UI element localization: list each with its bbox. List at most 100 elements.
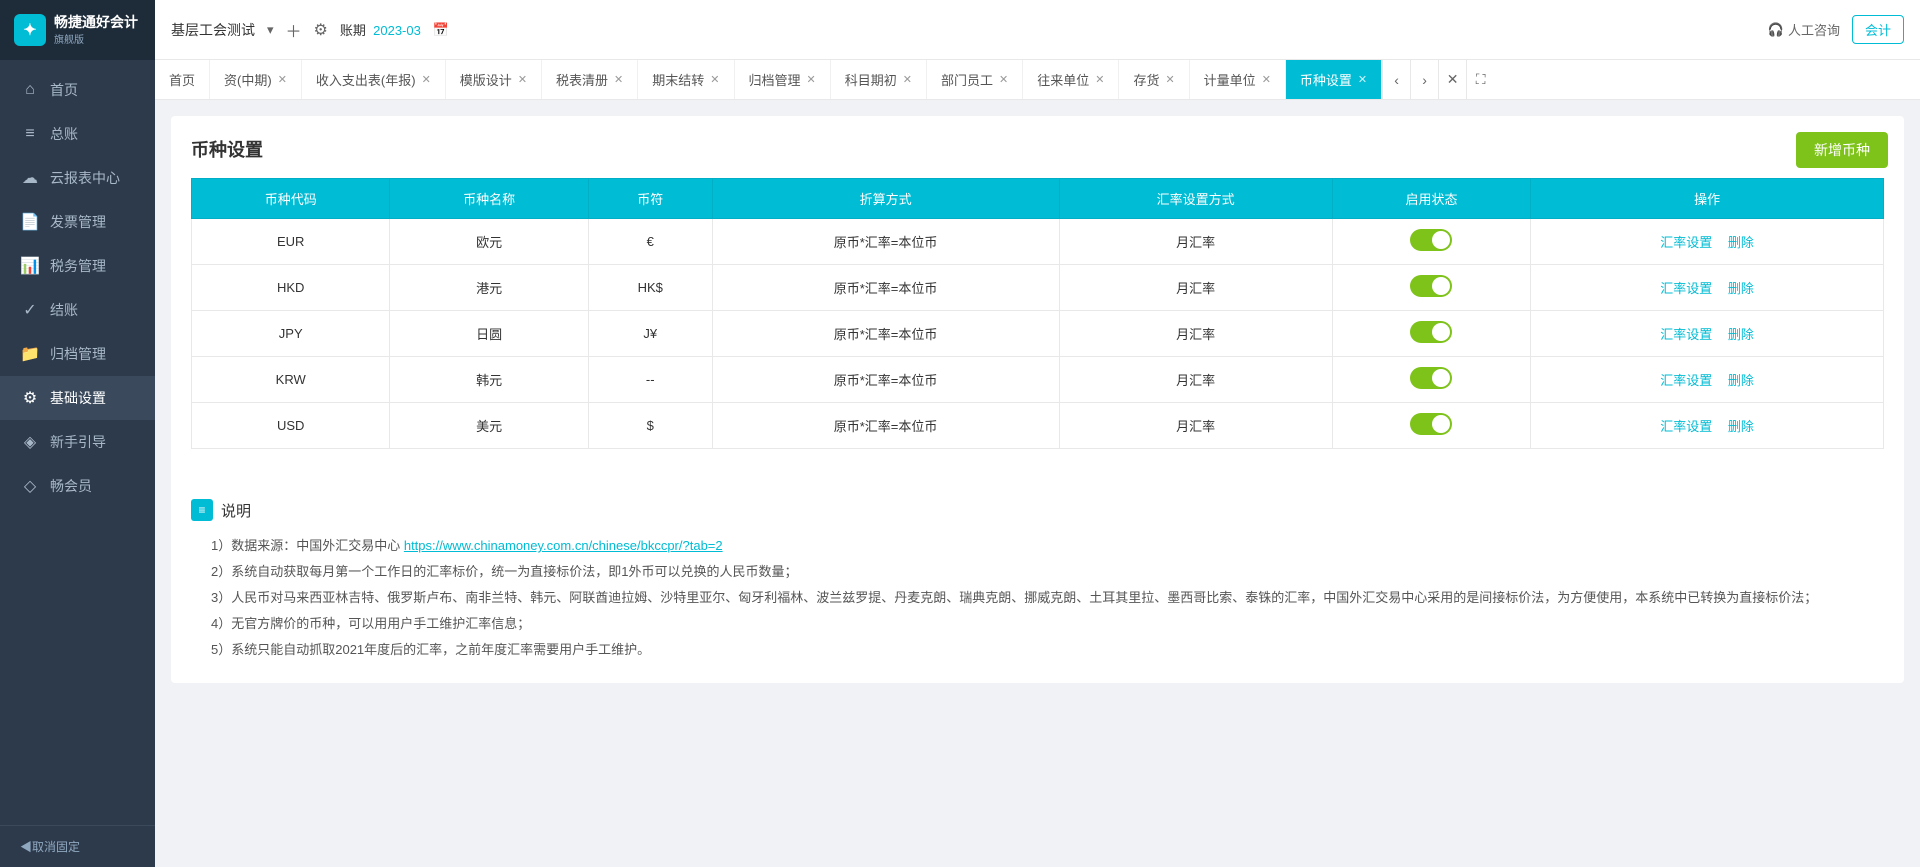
- checkout-icon: ✓: [20, 300, 40, 320]
- tab-close-icon[interactable]: ✕: [903, 73, 912, 86]
- note-item: 4）无官方牌价的币种，可以用用户手工维护汇率信息；: [211, 611, 1884, 637]
- cell-enabled: [1332, 265, 1530, 311]
- sidebar-item-label: 归档管理: [50, 344, 106, 364]
- tab-close-icon[interactable]: ✕: [999, 73, 1008, 86]
- logo-sub: 旗舰版: [54, 31, 138, 46]
- tab-label: 计量单位: [1204, 70, 1256, 89]
- enabled-toggle[interactable]: [1410, 367, 1452, 389]
- tab-close-all[interactable]: ✕: [1438, 60, 1466, 100]
- company-settings-icon[interactable]: ⚙: [314, 20, 328, 40]
- cell-symbol: $: [588, 403, 712, 449]
- period-value: 2023-03: [373, 23, 421, 38]
- tab-label: 归档管理: [749, 70, 801, 89]
- tab-close-icon[interactable]: ✕: [1095, 73, 1104, 86]
- sidebar-item-tax[interactable]: 📊 税务管理: [0, 244, 155, 288]
- tab-close-icon[interactable]: ✕: [422, 73, 431, 86]
- cell-symbol: --: [588, 357, 712, 403]
- cell-rate-method: 月汇率: [1059, 219, 1332, 265]
- tab-balance[interactable]: 资(中期) ✕: [210, 60, 302, 100]
- sidebar-item-label: 新手引导: [50, 432, 106, 452]
- sidebar-item-vip[interactable]: ◇ 畅会员: [0, 464, 155, 508]
- tab-nav-prev[interactable]: ‹: [1382, 60, 1410, 100]
- table-row: EUR 欧元 € 原币*汇率=本位币 月汇率 汇率设置 删除: [192, 219, 1884, 265]
- tab-tax[interactable]: 税表清册 ✕: [542, 60, 638, 100]
- tab-close-icon[interactable]: ✕: [710, 73, 719, 86]
- cell-enabled: [1332, 311, 1530, 357]
- enabled-toggle[interactable]: [1410, 321, 1452, 343]
- support-button[interactable]: 🎧 人工咨询: [1768, 20, 1840, 39]
- delete-link[interactable]: 删除: [1728, 419, 1754, 434]
- calendar-icon[interactable]: 📅: [433, 22, 449, 38]
- note-item: 1）数据来源：中国外汇交易中心 https://www.chinamoney.c…: [211, 533, 1884, 559]
- cell-name: 欧元: [390, 219, 588, 265]
- tab-label: 部门员工: [941, 70, 993, 89]
- delete-link[interactable]: 删除: [1728, 327, 1754, 342]
- enabled-toggle[interactable]: [1410, 229, 1452, 251]
- sidebar-item-label: 基础设置: [50, 388, 106, 408]
- sidebar-item-label: 发票管理: [50, 212, 106, 232]
- tab-period-end[interactable]: 期末结转 ✕: [638, 60, 734, 100]
- tab-contacts[interactable]: 往来单位 ✕: [1023, 60, 1119, 100]
- tab-currency[interactable]: 币种设置 ✕: [1286, 60, 1382, 100]
- tab-template[interactable]: 模版设计 ✕: [446, 60, 542, 100]
- tab-archive[interactable]: 归档管理 ✕: [735, 60, 831, 100]
- tab-close-icon[interactable]: ✕: [807, 73, 816, 86]
- note-link[interactable]: https://www.chinamoney.com.cn/chinese/bk…: [404, 538, 723, 553]
- sidebar-item-archive[interactable]: 📁 归档管理: [0, 332, 155, 376]
- cell-code: USD: [192, 403, 390, 449]
- sidebar-item-guide[interactable]: ◈ 新手引导: [0, 420, 155, 464]
- logo-icon: ✦: [14, 14, 46, 46]
- sidebar-item-label: 结账: [50, 300, 78, 320]
- cell-code: KRW: [192, 357, 390, 403]
- tab-stock[interactable]: 存货 ✕: [1119, 60, 1189, 100]
- tab-subjects[interactable]: 科目期初 ✕: [831, 60, 927, 100]
- col-calc: 折算方式: [712, 179, 1059, 219]
- note-item: 2）系统自动获取每月第一个工作日的汇率标价，统一为直接标价法，即1外币可以兑换的…: [211, 559, 1884, 585]
- enabled-toggle[interactable]: [1410, 413, 1452, 435]
- tab-close-icon[interactable]: ✕: [1165, 73, 1174, 86]
- sidebar-item-settings[interactable]: ⚙ 基础设置: [0, 376, 155, 420]
- cell-calc: 原币*汇率=本位币: [712, 265, 1059, 311]
- tab-home[interactable]: 首页: [155, 60, 210, 100]
- tab-expand[interactable]: ⛶: [1466, 60, 1494, 100]
- note-section: ≡ 说明 1）数据来源：中国外汇交易中心 https://www.chinamo…: [191, 479, 1884, 663]
- delete-link[interactable]: 删除: [1728, 373, 1754, 388]
- add-tab-button[interactable]: ＋: [286, 18, 302, 42]
- rate-settings-link[interactable]: 汇率设置: [1660, 419, 1712, 434]
- sidebar-item-reports[interactable]: ☁ 云报表中心: [0, 156, 155, 200]
- sidebar-item-ledger[interactable]: ≡ 总账: [0, 112, 155, 156]
- tab-close-icon[interactable]: ✕: [614, 73, 623, 86]
- tab-close-icon[interactable]: ✕: [1358, 73, 1367, 86]
- sidebar-item-checkout[interactable]: ✓ 结账: [0, 288, 155, 332]
- sidebar-item-invoice[interactable]: 📄 发票管理: [0, 200, 155, 244]
- col-rate-method: 汇率设置方式: [1059, 179, 1332, 219]
- dropdown-icon[interactable]: ▾: [267, 22, 274, 38]
- sidebar-logo: ✦ 畅捷通好会计 旗舰版: [0, 0, 155, 60]
- rate-settings-link[interactable]: 汇率设置: [1660, 235, 1712, 250]
- tab-close-icon[interactable]: ✕: [278, 73, 287, 86]
- tab-dept[interactable]: 部门员工 ✕: [927, 60, 1023, 100]
- new-currency-button[interactable]: 新增币种: [1796, 132, 1888, 168]
- tab-close-icon[interactable]: ✕: [1262, 73, 1271, 86]
- rate-settings-link[interactable]: 汇率设置: [1660, 327, 1712, 342]
- tab-close-icon[interactable]: ✕: [518, 73, 527, 86]
- delete-link[interactable]: 删除: [1728, 235, 1754, 250]
- rate-settings-link[interactable]: 汇率设置: [1660, 281, 1712, 296]
- tab-nav-next[interactable]: ›: [1410, 60, 1438, 100]
- tab-income[interactable]: 收入支出表(年报) ✕: [302, 60, 446, 100]
- cell-symbol: HK$: [588, 265, 712, 311]
- rate-settings-link[interactable]: 汇率设置: [1660, 373, 1712, 388]
- note-title-text: 说明: [221, 500, 251, 521]
- sidebar-footer-pin[interactable]: ◀取消固定: [0, 825, 155, 867]
- sidebar-item-home[interactable]: ⌂ 首页: [0, 68, 155, 112]
- sidebar-item-label: 畅会员: [50, 476, 92, 496]
- delete-link[interactable]: 删除: [1728, 281, 1754, 296]
- tab-unit[interactable]: 计量单位 ✕: [1190, 60, 1286, 100]
- tab-label: 收入支出表(年报): [316, 70, 416, 89]
- cell-name: 美元: [390, 403, 588, 449]
- header-bar: 基层工会测试 ▾ ＋ ⚙ 账期 2023-03 📅 🎧 人工咨询 会计: [155, 0, 1920, 60]
- user-role-button[interactable]: 会计: [1852, 15, 1904, 44]
- cell-calc: 原币*汇率=本位币: [712, 403, 1059, 449]
- cell-calc: 原币*汇率=本位币: [712, 357, 1059, 403]
- enabled-toggle[interactable]: [1410, 275, 1452, 297]
